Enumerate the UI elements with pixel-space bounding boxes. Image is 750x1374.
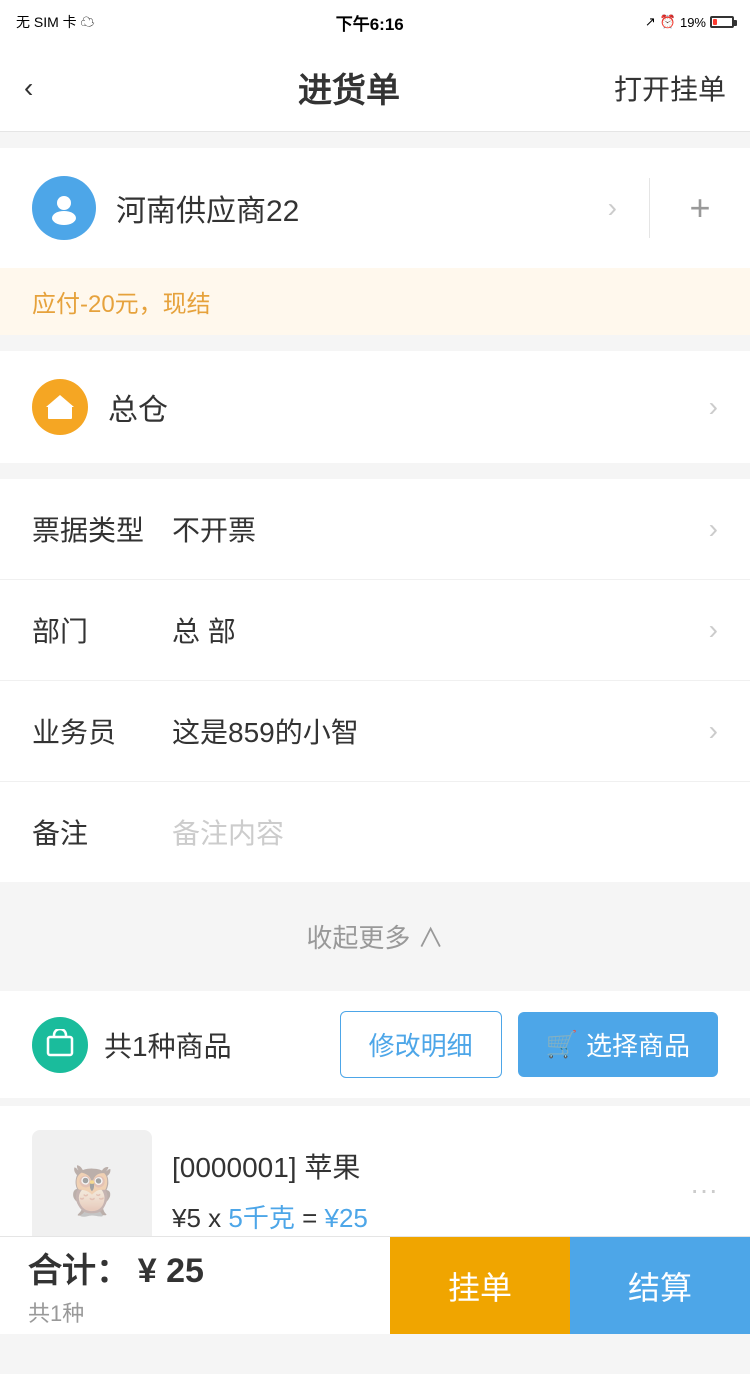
warehouse-chevron-icon: ›: [709, 391, 718, 423]
products-header: 共1种商品 修改明细 🛒 选择商品: [0, 991, 750, 1098]
open-hang-button[interactable]: 打开挂单: [614, 68, 726, 108]
nav-bar: ‹ 进货单 打开挂单: [0, 44, 750, 132]
status-left: 无 SIM 卡 ☁: [16, 12, 95, 32]
total-amount: ¥ 25: [138, 1252, 204, 1290]
remark-input[interactable]: 备注内容: [172, 812, 718, 852]
supplier-name: 河南供应商22: [116, 186, 608, 230]
dept-label: 部门: [32, 610, 152, 650]
add-button[interactable]: +: [650, 159, 750, 257]
total-sub: 共1种: [28, 1296, 362, 1328]
warehouse-icon: [32, 379, 88, 435]
product-info: [0000001] 苹果 ¥5 x 5千克 = ¥25: [172, 1146, 670, 1235]
supplier-chevron-icon: ›: [608, 192, 617, 224]
salesman-row[interactable]: 业务员 这是859的小智 ›: [0, 681, 750, 782]
owl-logo-icon: 🦉: [62, 1162, 122, 1219]
price-value: ¥5: [172, 1203, 201, 1233]
bottom-bar: 合计： ¥ 25 共1种 挂单 结算: [0, 1236, 750, 1334]
hang-button[interactable]: 挂单: [390, 1237, 570, 1334]
battery-percent: 19%: [680, 15, 706, 30]
total-main: 合计： ¥ 25: [28, 1243, 362, 1292]
product-more-button[interactable]: ···: [690, 1174, 718, 1206]
salesman-value: 这是859的小智: [172, 711, 709, 751]
status-time: 下午6:16: [336, 10, 404, 35]
collapse-button[interactable]: 收起更多 ∧: [0, 898, 750, 975]
product-title: 苹果: [304, 1152, 360, 1183]
location-icon: ↗: [645, 14, 656, 30]
remark-label: 备注: [32, 812, 152, 852]
salesman-label: 业务员: [32, 711, 152, 751]
status-bar: 无 SIM 卡 ☁ 下午6:16 ↗ ⏰ 19%: [0, 0, 750, 44]
total-value: ¥25: [325, 1203, 368, 1233]
price-multiply: x: [208, 1203, 228, 1233]
cart-icon: 🛒: [546, 1029, 578, 1060]
invoice-label: 票据类型: [32, 509, 152, 549]
battery-icon: [710, 16, 734, 28]
invoice-value: 不开票: [172, 509, 709, 549]
quantity-value: 5千克: [228, 1203, 294, 1233]
form-section: 票据类型 不开票 › 部门 总 部 › 业务员 这是859的小智 › 备注 备注…: [0, 479, 750, 882]
product-count: 共1种商品: [104, 1025, 324, 1065]
checkout-button[interactable]: 结算: [570, 1237, 750, 1334]
total-area: 合计： ¥ 25 共1种: [0, 1243, 390, 1328]
status-right: ↗ ⏰ 19%: [645, 14, 734, 30]
page-title: 进货单: [84, 63, 614, 112]
supplier-row: 河南供应商22 › +: [0, 148, 750, 268]
product-code: [0000001]: [172, 1152, 297, 1183]
total-label: 合计：: [28, 1252, 130, 1290]
invoice-row[interactable]: 票据类型 不开票 ›: [0, 479, 750, 580]
dept-row[interactable]: 部门 总 部 ›: [0, 580, 750, 681]
supplier-section: 河南供应商22 › + 应付-20元，现结: [0, 148, 750, 335]
invoice-chevron-icon: ›: [709, 513, 718, 545]
warehouse-row[interactable]: 总仓 ›: [0, 351, 750, 463]
back-button[interactable]: ‹: [24, 72, 84, 104]
product-price: ¥5 x 5千克 = ¥25: [172, 1198, 670, 1235]
product-name: [0000001] 苹果: [172, 1146, 670, 1186]
salesman-chevron-icon: ›: [709, 715, 718, 747]
price-equals: =: [302, 1203, 324, 1233]
supplier-select[interactable]: 河南供应商22 ›: [0, 148, 649, 268]
select-product-button[interactable]: 🛒 选择商品: [518, 1012, 718, 1077]
alarm-icon: ⏰: [660, 14, 676, 30]
modify-detail-button[interactable]: 修改明细: [340, 1011, 502, 1078]
warehouse-name: 总仓: [108, 385, 709, 429]
dept-chevron-icon: ›: [709, 614, 718, 646]
products-icon: [32, 1017, 88, 1073]
supplier-avatar: [32, 176, 96, 240]
dept-value: 总 部: [172, 610, 709, 650]
warehouse-section: 总仓 ›: [0, 351, 750, 463]
product-thumbnail: 🦉: [32, 1130, 152, 1250]
collapse-label: 收起更多 ∧: [306, 918, 443, 955]
sim-status: 无 SIM 卡 ☁: [16, 12, 95, 32]
select-product-label: 选择商品: [586, 1026, 690, 1063]
remark-row[interactable]: 备注 备注内容: [0, 782, 750, 882]
supplier-notice: 应付-20元，现结: [0, 268, 750, 335]
